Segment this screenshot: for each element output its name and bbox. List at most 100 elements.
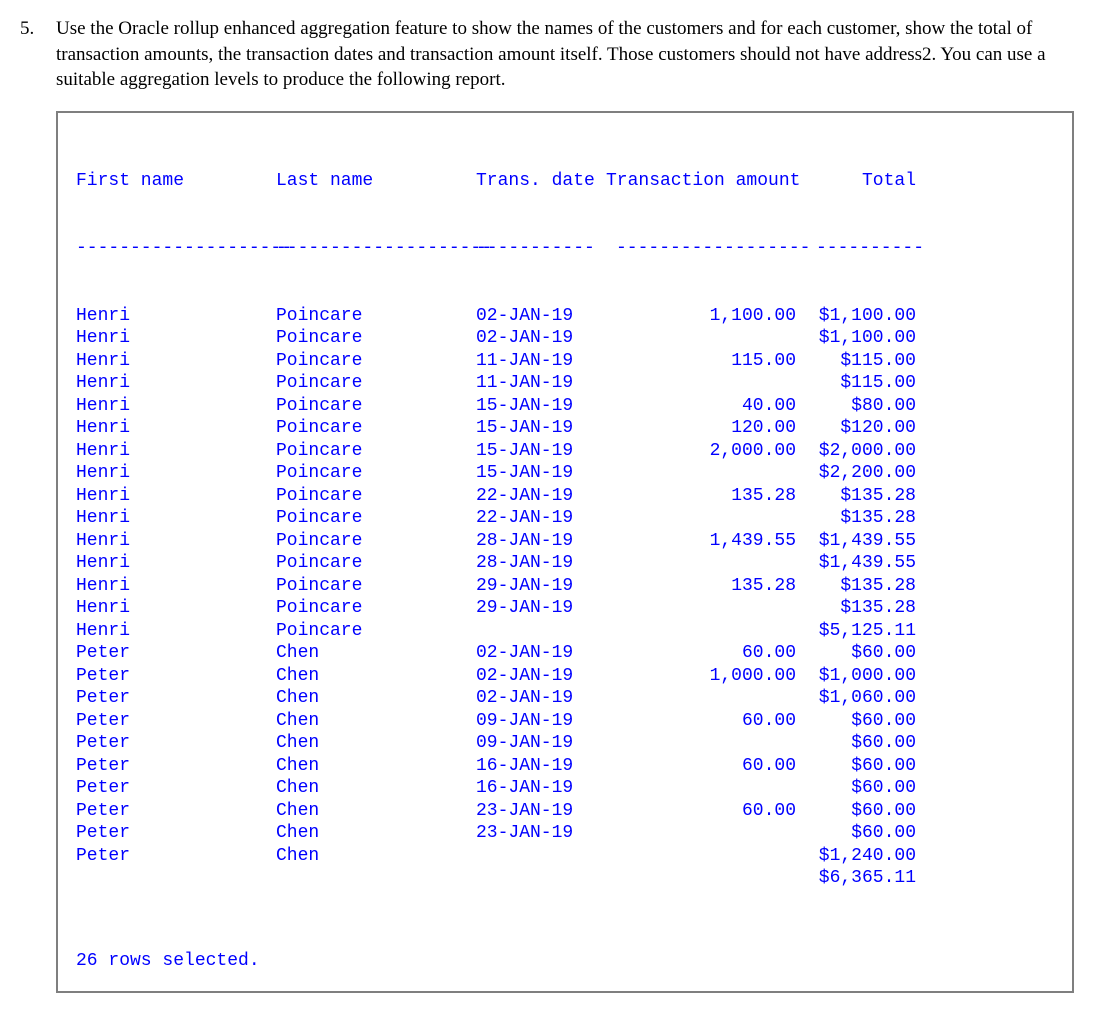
cell-trans-date: 16-JAN-19 bbox=[476, 755, 606, 778]
table-row: HenriPoincare22-JAN-19135.28$135.28 bbox=[76, 485, 1054, 508]
cell-total: $5,125.11 bbox=[796, 620, 916, 643]
cell-last-name: Chen bbox=[276, 822, 476, 845]
table-row: $6,365.11 bbox=[76, 867, 1054, 890]
table-row: HenriPoincare15-JAN-1940.00$80.00 bbox=[76, 395, 1054, 418]
cell-first-name: Henri bbox=[76, 552, 276, 575]
cell-trans-amount bbox=[606, 597, 796, 620]
question-text: Use the Oracle rollup enhanced aggregati… bbox=[56, 16, 1074, 93]
cell-trans-date: 11-JAN-19 bbox=[476, 350, 606, 373]
cell-last-name: Poincare bbox=[276, 305, 476, 328]
cell-trans-date: 28-JAN-19 bbox=[476, 552, 606, 575]
cell-first-name: Peter bbox=[76, 822, 276, 845]
cell-first-name bbox=[76, 867, 276, 890]
cell-last-name: Poincare bbox=[276, 485, 476, 508]
cell-first-name: Peter bbox=[76, 642, 276, 665]
cell-trans-amount: 115.00 bbox=[606, 350, 796, 373]
cell-last-name: Poincare bbox=[276, 440, 476, 463]
cell-last-name: Chen bbox=[276, 687, 476, 710]
cell-total: $115.00 bbox=[796, 350, 916, 373]
cell-first-name: Henri bbox=[76, 462, 276, 485]
cell-total: $60.00 bbox=[796, 642, 916, 665]
table-row: HenriPoincare11-JAN-19$115.00 bbox=[76, 372, 1054, 395]
cell-trans-amount bbox=[606, 687, 796, 710]
cell-trans-date bbox=[476, 845, 606, 868]
table-row: PeterChen23-JAN-1960.00$60.00 bbox=[76, 800, 1054, 823]
cell-trans-date bbox=[476, 620, 606, 643]
cell-first-name: Henri bbox=[76, 327, 276, 350]
cell-trans-amount: 40.00 bbox=[606, 395, 796, 418]
cell-total: $1,000.00 bbox=[796, 665, 916, 688]
cell-last-name: Chen bbox=[276, 732, 476, 755]
table-row: HenriPoincare28-JAN-191,439.55$1,439.55 bbox=[76, 530, 1054, 553]
cell-total: $1,439.55 bbox=[796, 552, 916, 575]
header-total: Total bbox=[796, 170, 916, 193]
cell-trans-amount bbox=[606, 462, 796, 485]
cell-trans-date: 09-JAN-19 bbox=[476, 710, 606, 733]
table-row: PeterChen$1,240.00 bbox=[76, 845, 1054, 868]
cell-trans-date: 02-JAN-19 bbox=[476, 642, 606, 665]
cell-total: $1,100.00 bbox=[796, 327, 916, 350]
cell-first-name: Henri bbox=[76, 507, 276, 530]
table-row: PeterChen16-JAN-1960.00$60.00 bbox=[76, 755, 1054, 778]
cell-trans-date: 15-JAN-19 bbox=[476, 462, 606, 485]
divider-first: -------------------- bbox=[76, 237, 276, 260]
cell-last-name: Poincare bbox=[276, 350, 476, 373]
cell-last-name: Poincare bbox=[276, 462, 476, 485]
cell-trans-date: 02-JAN-19 bbox=[476, 305, 606, 328]
divider-amount: ------------------ bbox=[606, 237, 806, 260]
header-first-name: First name bbox=[76, 170, 276, 193]
cell-total: $60.00 bbox=[796, 732, 916, 755]
cell-first-name: Peter bbox=[76, 800, 276, 823]
report-output: First name Last name Trans. date Transac… bbox=[56, 111, 1074, 993]
cell-trans-date: 02-JAN-19 bbox=[476, 687, 606, 710]
cell-total: $60.00 bbox=[796, 777, 916, 800]
cell-total: $1,060.00 bbox=[796, 687, 916, 710]
table-row: PeterChen23-JAN-19$60.00 bbox=[76, 822, 1054, 845]
cell-trans-amount bbox=[606, 620, 796, 643]
table-row: HenriPoincare15-JAN-192,000.00$2,000.00 bbox=[76, 440, 1054, 463]
table-row: HenriPoincare15-JAN-19 $2,200.00 bbox=[76, 462, 1054, 485]
table-row: HenriPoincare29-JAN-19135.28$135.28 bbox=[76, 575, 1054, 598]
cell-last-name: Poincare bbox=[276, 327, 476, 350]
cell-trans-date: 29-JAN-19 bbox=[476, 597, 606, 620]
cell-trans-date: 16-JAN-19 bbox=[476, 777, 606, 800]
cell-first-name: Peter bbox=[76, 665, 276, 688]
cell-trans-amount: 1,439.55 bbox=[606, 530, 796, 553]
cell-first-name: Peter bbox=[76, 755, 276, 778]
cell-trans-date: 28-JAN-19 bbox=[476, 530, 606, 553]
cell-total: $1,439.55 bbox=[796, 530, 916, 553]
cell-last-name: Poincare bbox=[276, 417, 476, 440]
cell-trans-amount: 1,000.00 bbox=[606, 665, 796, 688]
table-row: PeterChen02-JAN-191,000.00$1,000.00 bbox=[76, 665, 1054, 688]
cell-trans-amount: 2,000.00 bbox=[606, 440, 796, 463]
table-row: HenriPoincare29-JAN-19$135.28 bbox=[76, 597, 1054, 620]
cell-trans-amount: 60.00 bbox=[606, 710, 796, 733]
cell-last-name: Chen bbox=[276, 665, 476, 688]
cell-trans-amount: 120.00 bbox=[606, 417, 796, 440]
report-footer: 26 rows selected. bbox=[76, 949, 1054, 973]
cell-total: $135.28 bbox=[796, 575, 916, 598]
cell-trans-amount bbox=[606, 777, 796, 800]
report-divider-row: -------------------- -------------------… bbox=[76, 237, 1054, 260]
cell-first-name: Henri bbox=[76, 485, 276, 508]
cell-total: $120.00 bbox=[796, 417, 916, 440]
cell-trans-date: 02-JAN-19 bbox=[476, 665, 606, 688]
cell-first-name: Henri bbox=[76, 440, 276, 463]
cell-trans-date bbox=[476, 867, 606, 890]
table-row: HenriPoincare02-JAN-191,100.00$1,100.00 bbox=[76, 305, 1054, 328]
cell-total: $1,100.00 bbox=[796, 305, 916, 328]
cell-last-name: Poincare bbox=[276, 372, 476, 395]
cell-trans-amount bbox=[606, 507, 796, 530]
cell-trans-amount: 60.00 bbox=[606, 642, 796, 665]
cell-first-name: Peter bbox=[76, 732, 276, 755]
table-row: PeterChen16-JAN-19$60.00 bbox=[76, 777, 1054, 800]
table-row: PeterChen02-JAN-1960.00$60.00 bbox=[76, 642, 1054, 665]
cell-last-name: Chen bbox=[276, 755, 476, 778]
cell-trans-date: 15-JAN-19 bbox=[476, 417, 606, 440]
cell-total: $2,200.00 bbox=[796, 462, 916, 485]
cell-trans-amount bbox=[606, 867, 796, 890]
cell-trans-amount bbox=[606, 372, 796, 395]
cell-first-name: Henri bbox=[76, 350, 276, 373]
cell-first-name: Henri bbox=[76, 417, 276, 440]
cell-last-name: Poincare bbox=[276, 552, 476, 575]
